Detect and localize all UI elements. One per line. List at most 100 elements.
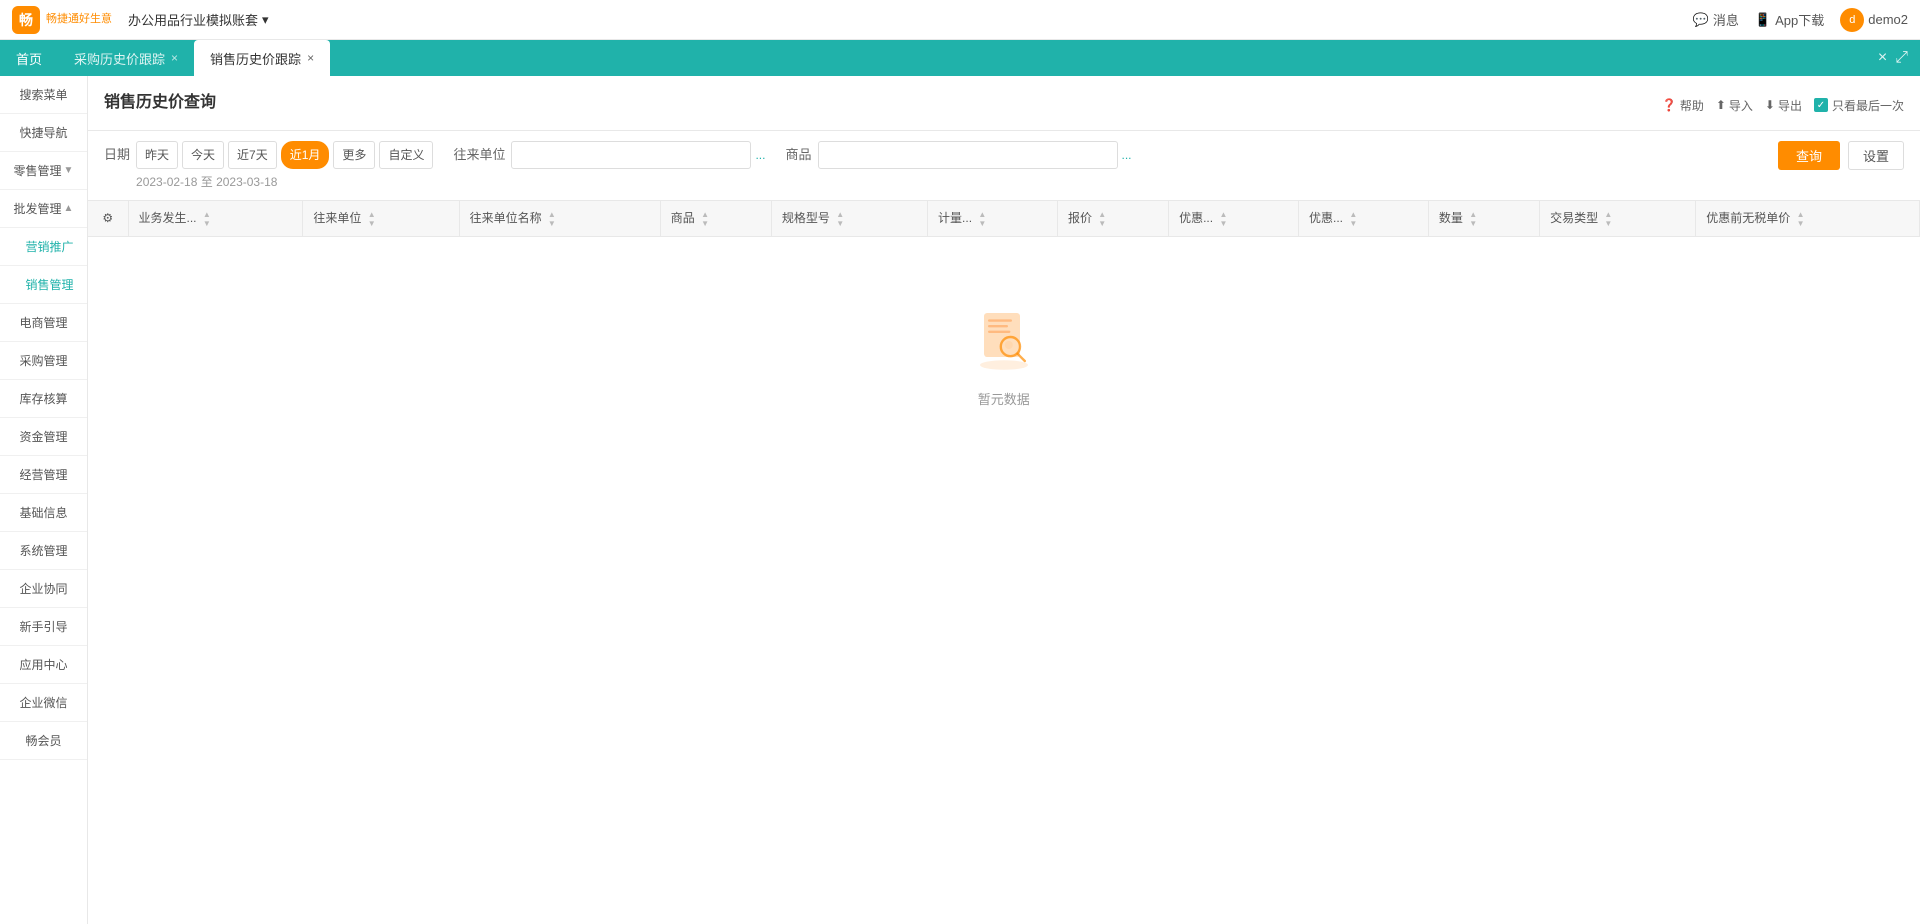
message-button[interactable]: 💬 消息 xyxy=(1693,10,1739,29)
col-spec-label: 规格型号 xyxy=(782,211,830,225)
date-btn-custom[interactable]: 自定义 xyxy=(379,141,433,169)
sidebar-item-sales-mgmt[interactable]: 销售管理 xyxy=(0,266,87,304)
sidebar-search-menu-label: 搜索菜单 xyxy=(19,88,67,102)
sidebar-item-marketing-promo[interactable]: 营销推广 xyxy=(0,228,87,266)
tab-purchase-history[interactable]: 采购历史价跟踪 × xyxy=(58,40,194,76)
message-icon: 💬 xyxy=(1693,12,1709,28)
col-spec[interactable]: 规格型号 ▲▼ xyxy=(771,201,927,236)
app-download-button[interactable]: 📱 App下载 xyxy=(1755,10,1824,29)
app-selector-label: 办公用品行业模拟账套 xyxy=(128,10,258,29)
date-filter-group: 日期 昨天 今天 近7天 近1月 更多 自定义 2023-02-18 至 202… xyxy=(104,141,433,190)
setting-button[interactable]: 设置 xyxy=(1848,141,1904,170)
chevron-down-icon: ▼ xyxy=(64,165,74,176)
col-partner-name[interactable]: 往来单位名称 ▲▼ xyxy=(459,201,660,236)
export-button[interactable]: ⬇ 导出 xyxy=(1765,97,1802,114)
chevron-up-icon: ▲ xyxy=(64,203,74,214)
sidebar-item-basic-info[interactable]: 基础信息 xyxy=(0,494,87,532)
date-btn-yesterday[interactable]: 昨天 xyxy=(136,141,178,169)
date-btn-1month[interactable]: 近1月 xyxy=(281,141,330,169)
sidebar-retail-mgmt-label: 零售管理 xyxy=(14,162,62,179)
col-partner-code[interactable]: 往来单位 ▲▼ xyxy=(303,201,459,236)
only-last-checkbox-area[interactable]: ✓ 只看最后一次 xyxy=(1814,97,1904,114)
main-layout: 搜索菜单 快捷导航 零售管理 ▼ 批发管理 ▲ 营销推广 销售管理 电商管理 采… xyxy=(0,76,1920,924)
import-button[interactable]: ⬆ 导入 xyxy=(1716,97,1753,114)
table-container: ⚙ 业务发生... ▲▼ 往来单位 ▲▼ 往来单位名称 ▲▼ xyxy=(88,201,1920,924)
app-selector[interactable]: 办公用品行业模拟账套 ▾ xyxy=(120,10,277,29)
user-label: demo2 xyxy=(1868,12,1908,27)
col-biz-date-label: 业务发生... xyxy=(139,211,197,225)
sidebar-finance-mgmt-label: 资金管理 xyxy=(19,430,67,444)
tab-sales-history[interactable]: 销售历史价跟踪 × xyxy=(194,40,330,76)
user-menu[interactable]: d demo2 xyxy=(1840,8,1908,32)
sort-icon: ▲▼ xyxy=(1349,210,1357,228)
sidebar-item-quick-nav[interactable]: 快捷导航 xyxy=(0,114,87,152)
sidebar-item-retail-mgmt[interactable]: 零售管理 ▼ xyxy=(0,152,87,190)
sort-icon: ▲▼ xyxy=(203,210,211,228)
chevron-down-icon: ▾ xyxy=(262,12,269,28)
col-unit[interactable]: 计量... ▲▼ xyxy=(928,201,1058,236)
filter-actions: 查询 设置 xyxy=(1778,141,1904,170)
sidebar-item-inventory[interactable]: 库存核算 xyxy=(0,380,87,418)
col-trade-type[interactable]: 交易类型 ▲▼ xyxy=(1540,201,1696,236)
sidebar-purchase-mgmt-label: 采购管理 xyxy=(19,354,67,368)
product-picker-button[interactable]: ... xyxy=(1122,148,1132,162)
col-product[interactable]: 商品 ▲▼ xyxy=(660,201,771,236)
col-setting[interactable]: ⚙ xyxy=(88,201,128,236)
sidebar-operations-mgmt-label: 经营管理 xyxy=(19,468,67,482)
empty-state-cell: 暂元数据 xyxy=(88,236,1920,468)
sort-icon: ▲▼ xyxy=(978,210,986,228)
sidebar-item-finance-mgmt[interactable]: 资金管理 xyxy=(0,418,87,456)
col-quantity[interactable]: 数量 ▲▼ xyxy=(1428,201,1539,236)
sidebar-item-app-center[interactable]: 应用中心 xyxy=(0,646,87,684)
message-label: 消息 xyxy=(1713,10,1739,29)
tab-home-label: 首页 xyxy=(16,49,42,68)
col-discount1-label: 优惠... xyxy=(1179,211,1213,225)
col-quantity-label: 数量 xyxy=(1439,211,1463,225)
page-toolbar: ❓ 帮助 ⬆ 导入 ⬇ 导出 ✓ 只看最后一次 xyxy=(1662,97,1904,114)
col-discount2-label: 优惠... xyxy=(1309,211,1343,225)
date-btn-today[interactable]: 今天 xyxy=(182,141,224,169)
col-discount2[interactable]: 优惠... ▲▼ xyxy=(1299,201,1429,236)
sort-icon: ▲▼ xyxy=(1219,210,1227,228)
sidebar-item-purchase-mgmt[interactable]: 采购管理 xyxy=(0,342,87,380)
sidebar-item-search-menu[interactable]: 搜索菜单 xyxy=(0,76,87,114)
only-last-checkbox[interactable]: ✓ xyxy=(1814,98,1828,112)
logo-text: 畅捷通好生意 xyxy=(46,12,112,26)
query-button[interactable]: 查询 xyxy=(1778,141,1840,170)
data-table: ⚙ 业务发生... ▲▼ 往来单位 ▲▼ 往来单位名称 ▲▼ xyxy=(88,201,1920,468)
sidebar-item-wholesale-mgmt[interactable]: 批发管理 ▲ xyxy=(0,190,87,228)
help-button[interactable]: ❓ 帮助 xyxy=(1662,97,1704,114)
sidebar-item-system-mgmt[interactable]: 系统管理 xyxy=(0,532,87,570)
sidebar-item-enterprise-collab[interactable]: 企业协同 xyxy=(0,570,87,608)
sort-icon: ▲▼ xyxy=(701,210,709,228)
date-btn-more[interactable]: 更多 xyxy=(333,141,375,169)
export-label: 导出 xyxy=(1778,97,1802,114)
tab-sales-history-close[interactable]: × xyxy=(307,51,314,65)
close-all-tabs-button[interactable]: × xyxy=(1878,49,1887,67)
col-discount1[interactable]: 优惠... ▲▼ xyxy=(1169,201,1299,236)
col-pre-tax-price[interactable]: 优惠前无税单价 ▲▼ xyxy=(1696,201,1920,236)
sidebar-sales-mgmt-label: 销售管理 xyxy=(25,278,73,292)
product-input[interactable] xyxy=(818,141,1118,169)
col-biz-date[interactable]: 业务发生... ▲▼ xyxy=(128,201,303,236)
sidebar-item-operations-mgmt[interactable]: 经营管理 xyxy=(0,456,87,494)
fullscreen-button[interactable]: ⤢ xyxy=(1895,49,1908,67)
col-quote-price[interactable]: 报价 ▲▼ xyxy=(1057,201,1168,236)
sidebar-item-new-guide[interactable]: 新手引导 xyxy=(0,608,87,646)
sidebar-enterprise-wechat-label: 企业微信 xyxy=(19,696,67,710)
tab-home[interactable]: 首页 xyxy=(0,40,58,76)
source-unit-input-wrap: ... xyxy=(511,141,765,169)
date-btn-7days[interactable]: 近7天 xyxy=(228,141,277,169)
sidebar-item-member[interactable]: 畅会员 xyxy=(0,722,87,760)
source-unit-picker-button[interactable]: ... xyxy=(755,148,765,162)
tab-purchase-history-close[interactable]: × xyxy=(171,51,178,65)
sort-icon: ▲▼ xyxy=(1098,210,1106,228)
import-label: 导入 xyxy=(1729,97,1753,114)
sidebar-item-ecommerce-mgmt[interactable]: 电商管理 xyxy=(0,304,87,342)
source-unit-input[interactable] xyxy=(511,141,751,169)
source-unit-label: 往来单位 xyxy=(453,141,505,169)
tab-sales-history-label: 销售历史价跟踪 xyxy=(210,49,301,68)
sort-icon: ▲▼ xyxy=(836,210,844,228)
sidebar-system-mgmt-label: 系统管理 xyxy=(19,544,67,558)
sidebar-item-enterprise-wechat[interactable]: 企业微信 xyxy=(0,684,87,722)
